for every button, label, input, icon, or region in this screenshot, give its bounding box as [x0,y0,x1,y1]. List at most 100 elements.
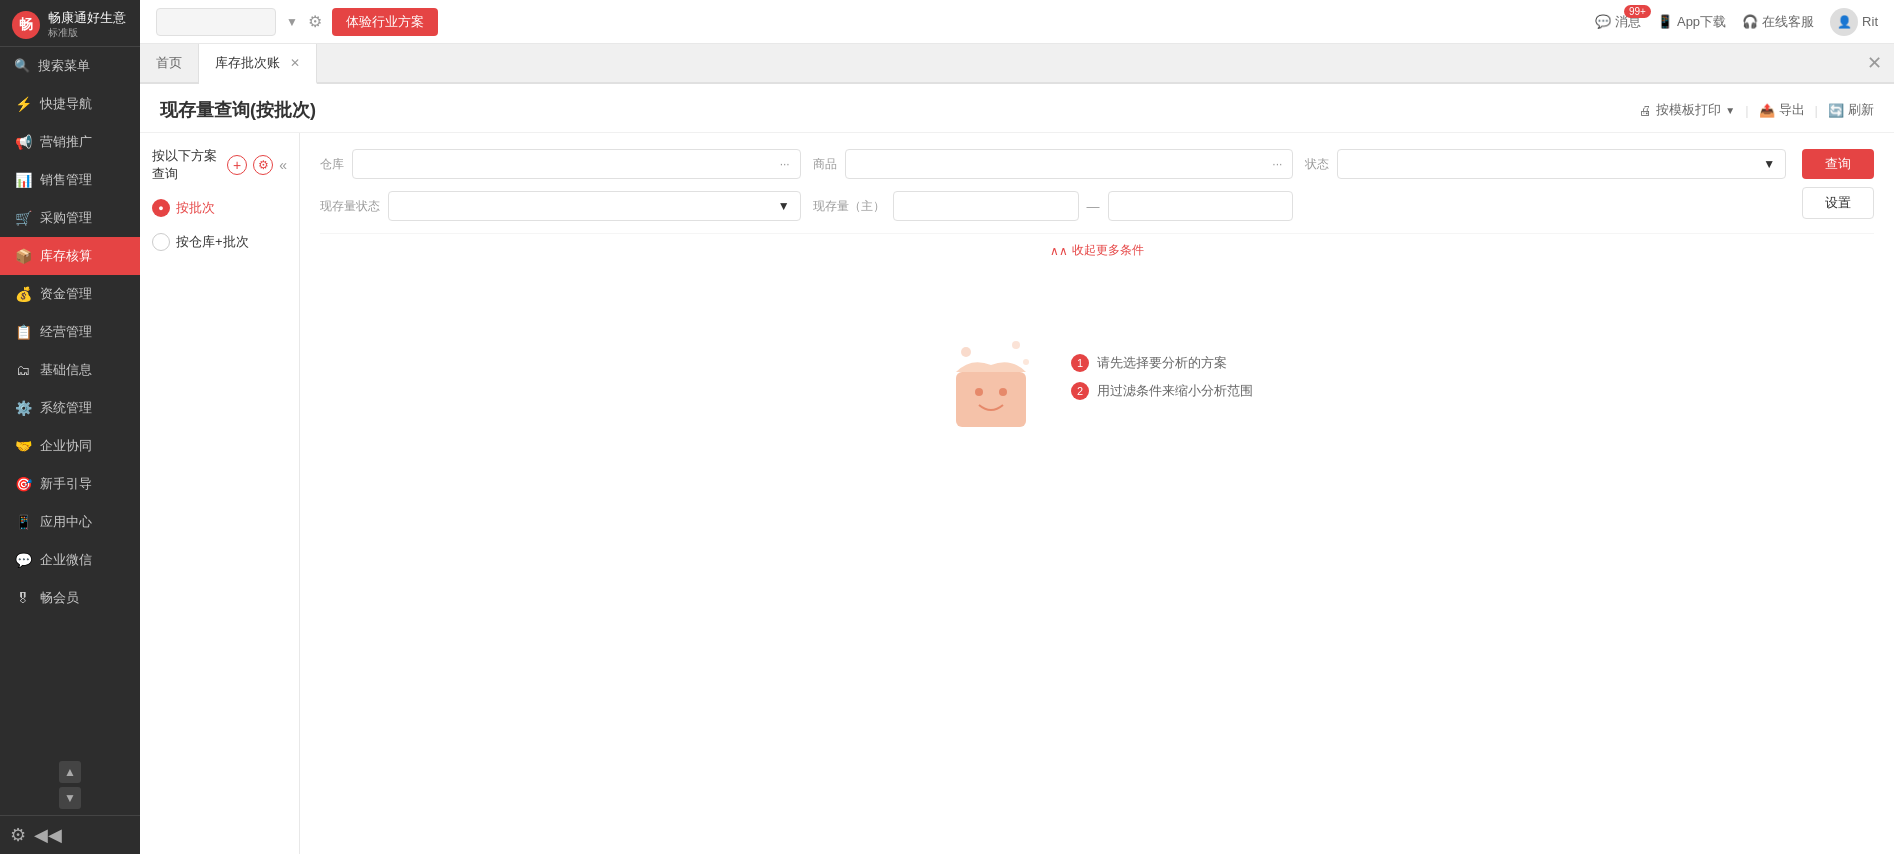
stock-status-select[interactable]: ▼ [388,191,801,221]
sidebar-item-apps[interactable]: 📱 应用中心 [0,503,140,541]
purchase-icon: 🛒 [14,209,32,227]
tab-close-icon[interactable]: ✕ [290,56,300,70]
sidebar-item-label: 基础信息 [40,361,92,379]
app-download-label: App下载 [1677,13,1726,31]
online-service-btn[interactable]: 🎧 在线客服 [1742,13,1814,31]
warehouse-dots: ··· [780,157,790,171]
svg-point-3 [961,347,971,357]
panel-item-by-batch[interactable]: ● 按批次 [140,191,299,225]
sidebar-item-quick-nav[interactable]: ⚡ 快捷导航 [0,85,140,123]
tab-home[interactable]: 首页 [140,44,199,82]
sidebar-item-finance[interactable]: 💰 资金管理 [0,275,140,313]
tab-batch-ledger-label: 库存批次账 [215,55,280,70]
tabbar: 首页 库存批次账 ✕ ✕ [140,44,1894,84]
member-icon: 🎖 [14,589,32,607]
user-menu[interactable]: 👤 Rit [1830,8,1878,36]
sidebar-search[interactable]: 🔍 搜索菜单 [0,47,140,85]
scroll-up-btn[interactable]: ▲ [59,761,81,783]
sidebar-item-inventory[interactable]: 📦 库存核算 [0,237,140,275]
page-title: 现存量查询(按批次) [160,98,316,122]
svg-rect-0 [956,372,1026,427]
sidebar-item-member[interactable]: 🎖 畅会员 [0,579,140,617]
sidebar-item-sales[interactable]: 📊 销售管理 [0,161,140,199]
sidebar-item-wechat[interactable]: 💬 企业微信 [0,541,140,579]
sidebar-item-base[interactable]: 🗂 基础信息 [0,351,140,389]
left-panel: 按以下方案查询 + ⚙ « ● 按批次 按仓库+批次 [140,133,300,854]
inventory-icon: 📦 [14,247,32,265]
main-area: ▼ ⚙ 体验行业方案 💬 消息 99+ 📱 App下载 🎧 在线客服 👤 Rit [140,0,1894,854]
svg-point-1 [975,388,983,396]
topbar-search[interactable] [156,8,276,36]
product-dots: ··· [1272,157,1282,171]
app-download-btn[interactable]: 📱 App下载 [1657,13,1726,31]
status-filter-select[interactable]: ▼ [1337,149,1786,179]
sidebar-item-label: 应用中心 [40,513,92,531]
refresh-btn[interactable]: 🔄 刷新 [1828,101,1874,119]
export-icon: 📤 [1759,103,1775,118]
message-btn[interactable]: 💬 消息 99+ [1595,13,1641,31]
sidebar-item-purchase[interactable]: 🛒 采购管理 [0,199,140,237]
print-icon: 🖨 [1639,103,1652,118]
scroll-down-btn[interactable]: ▼ [59,787,81,809]
app-logo: 畅 畅康通好生意 标准版 [0,0,140,47]
trial-btn[interactable]: 体验行业方案 [332,8,438,36]
sidebar-item-operations[interactable]: 📋 经营管理 [0,313,140,351]
content-area: 现存量查询(按批次) 🖨 按模板打印 ▼ | 📤 导出 | 🔄 刷新 [140,84,1894,854]
quick-nav-icon: ⚡ [14,95,32,113]
sidebar-item-system[interactable]: ⚙️ 系统管理 [0,389,140,427]
tab-batch-ledger[interactable]: 库存批次账 ✕ [199,44,317,84]
tab-home-label: 首页 [156,55,182,70]
operations-icon: 📋 [14,323,32,341]
sidebar-item-label: 销售管理 [40,171,92,189]
tab-panel-close-btn[interactable]: ✕ [1867,52,1894,74]
collapse-filters-btn[interactable]: ∧∧ 收起更多条件 [320,233,1874,267]
empty-state: 1 请先选择要分析的方案 2 用过滤条件来缩小分析范围 [320,267,1874,487]
sidebar-item-marketing[interactable]: 📢 营销推广 [0,123,140,161]
panel-settings-btn[interactable]: ⚙ [253,155,273,175]
panel-add-btn[interactable]: + [227,155,247,175]
panel-collapse-btn[interactable]: « [279,157,287,173]
panel-item-by-warehouse-batch[interactable]: 按仓库+批次 [140,225,299,259]
panel-header-label: 按以下方案查询 [152,147,227,183]
sidebar-item-label: 畅会员 [40,589,79,607]
filter-settings-btn[interactable]: 设置 [1802,187,1874,219]
sidebar-item-label: 企业微信 [40,551,92,569]
stock-status-label: 现存量状态 [320,198,380,215]
stock-qty-min-input[interactable] [893,191,1079,221]
stock-qty-label: 现存量（主） [813,198,885,215]
sidebar-item-label: 系统管理 [40,399,92,417]
sidebar-item-label: 库存核算 [40,247,92,265]
stock-qty-max-input[interactable] [1108,191,1294,221]
topbar-gear-icon[interactable]: ⚙ [308,12,322,31]
enterprise-icon: 🤝 [14,437,32,455]
stock-qty-dash: — [1087,199,1100,214]
sidebar-item-label: 快捷导航 [40,95,92,113]
warehouse-filter-input[interactable]: ··· [352,149,801,179]
sidebar-item-label: 采购管理 [40,209,92,227]
main-layout: 按以下方案查询 + ⚙ « ● 按批次 按仓库+批次 [140,133,1894,854]
status-filter-label: 状态 [1305,156,1329,173]
batch-icon: ● [152,199,170,217]
sidebar-item-newuser[interactable]: 🎯 新手引导 [0,465,140,503]
topbar-chevron-icon[interactable]: ▼ [286,15,298,29]
topbar: ▼ ⚙ 体验行业方案 💬 消息 99+ 📱 App下载 🎧 在线客服 👤 Rit [140,0,1894,44]
sidebar-item-enterprise[interactable]: 🤝 企业协同 [0,427,140,465]
app-title: 畅康通好生意 [48,10,126,26]
sidebar-nav: ⚡ 快捷导航 📢 营销推广 📊 销售管理 🛒 采购管理 📦 库存核算 💰 资金管… [0,85,140,755]
phone-icon: 📱 [1657,14,1673,29]
settings-bottom-icon[interactable]: ⚙ [10,824,26,846]
export-btn[interactable]: 📤 导出 [1759,101,1805,119]
panel-item-label: 按批次 [176,199,215,217]
print-btn[interactable]: 🖨 按模板打印 ▼ [1639,101,1735,119]
sidebar: 畅 畅康通好生意 标准版 🔍 搜索菜单 ⚡ 快捷导航 📢 营销推广 📊 销售管理… [0,0,140,854]
base-icon: 🗂 [14,361,32,379]
panel-header: 按以下方案查询 + ⚙ « [140,143,299,191]
svg-point-4 [1012,341,1020,349]
print-chevron-icon: ▼ [1725,105,1735,116]
newuser-icon: 🎯 [14,475,32,493]
collapse-sidebar-btn[interactable]: ◀◀ [34,824,62,846]
query-btn[interactable]: 查询 [1802,149,1874,179]
system-icon: ⚙️ [14,399,32,417]
product-filter-input[interactable]: ··· [845,149,1294,179]
online-service-label: 在线客服 [1762,13,1814,31]
